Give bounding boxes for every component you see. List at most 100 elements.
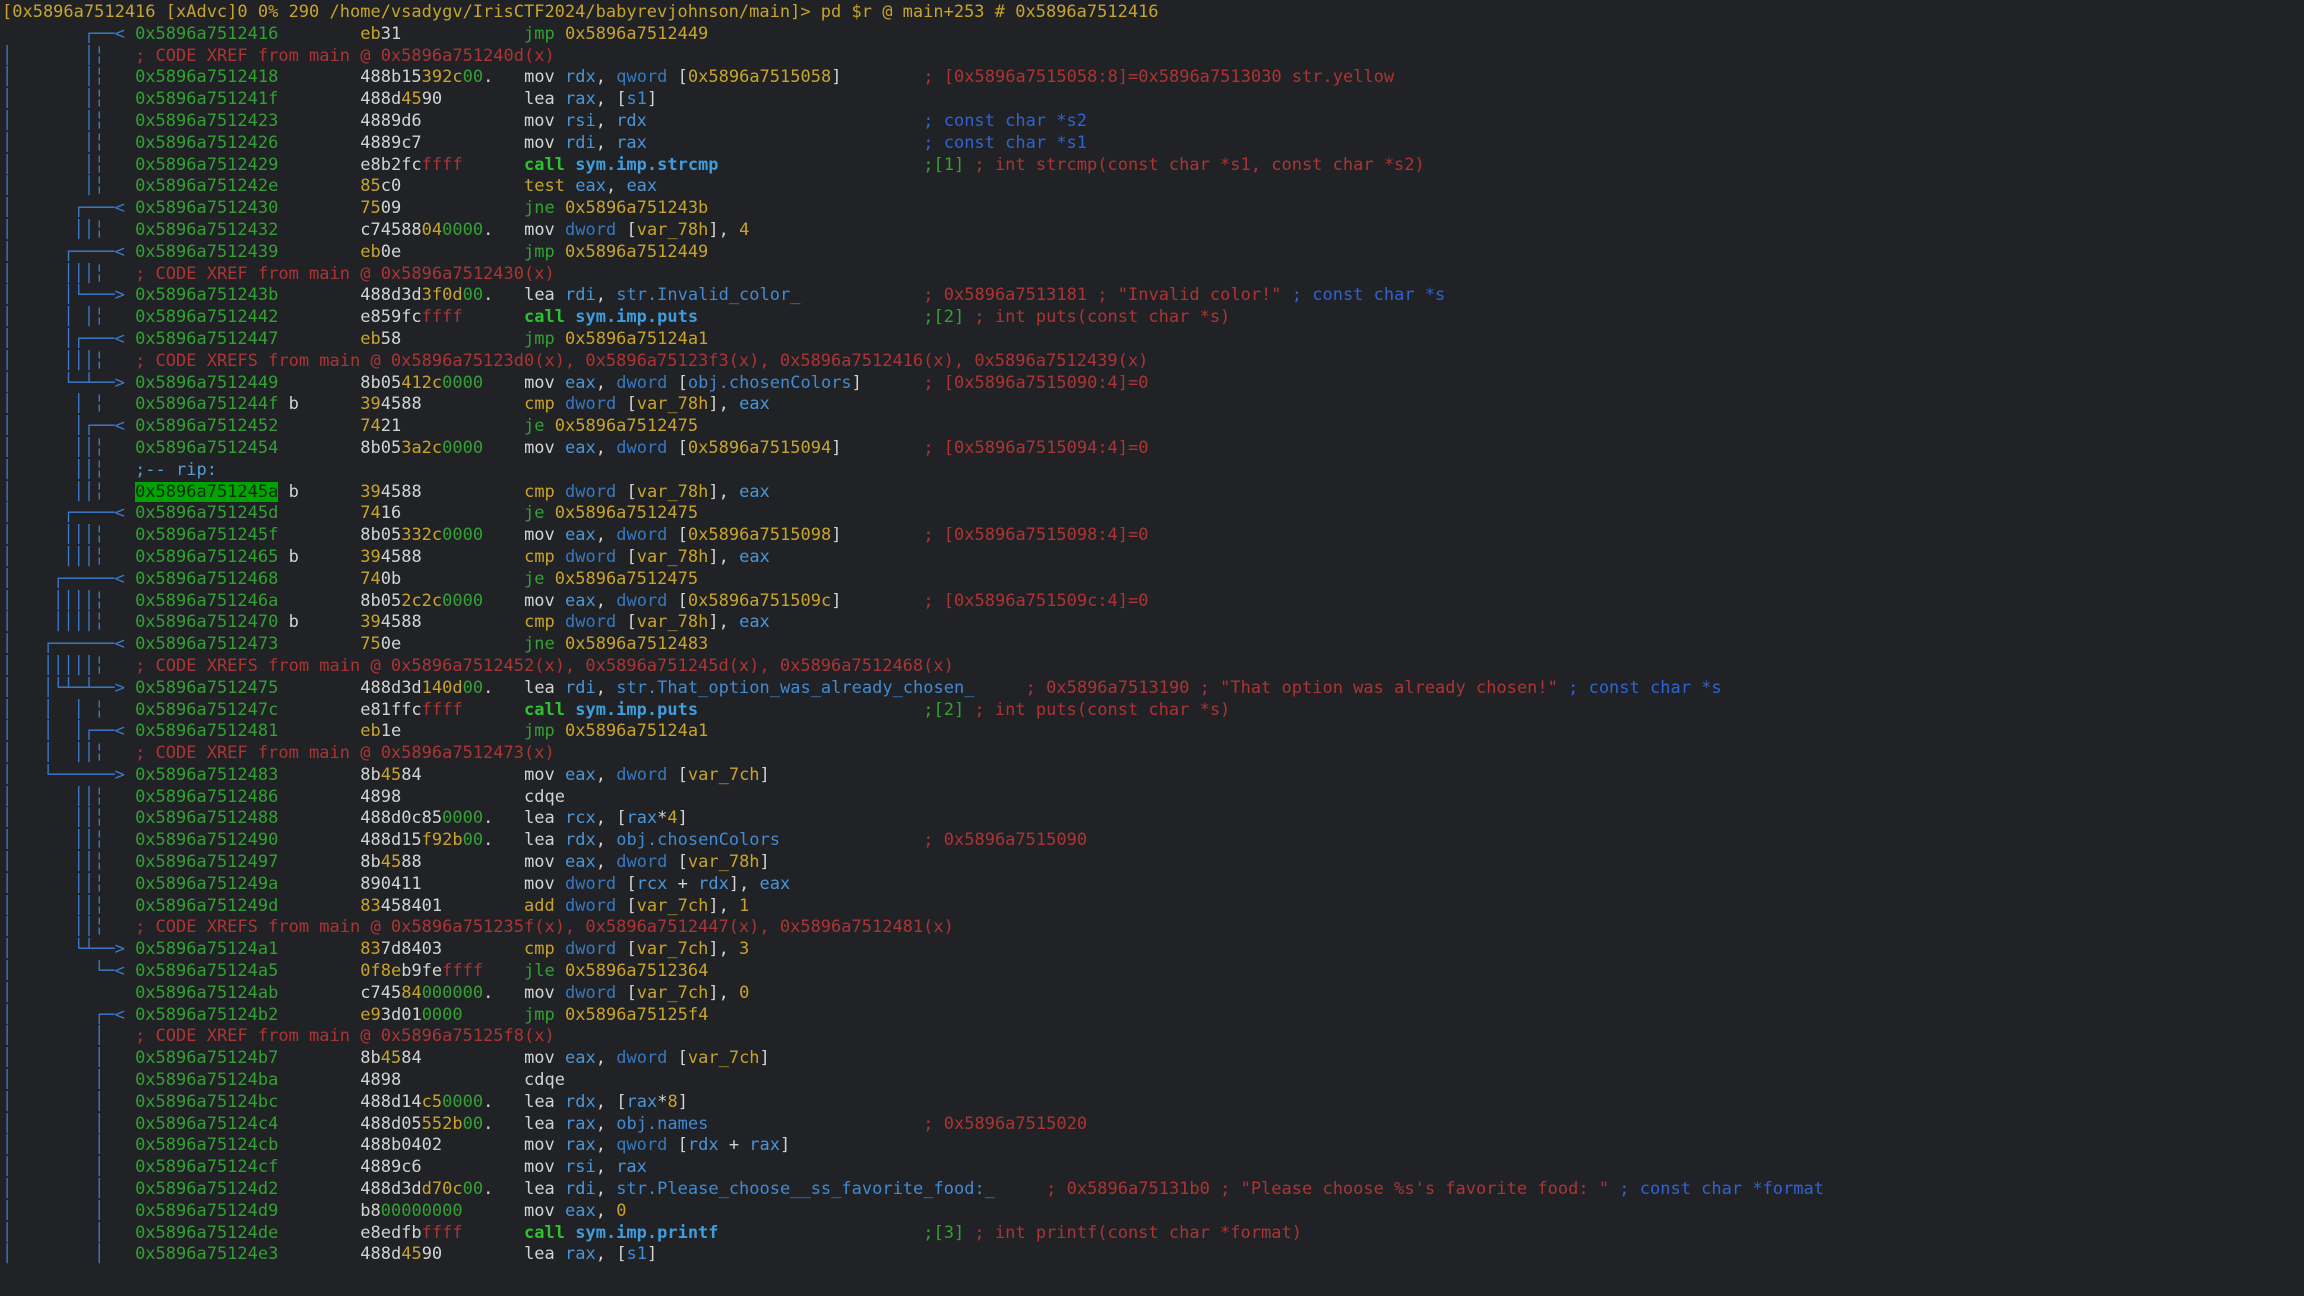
- text-segment: rcx: [636, 873, 668, 894]
- rip-highlighted-address: 0x5896a751245a: [135, 481, 279, 502]
- text-segment: 0x5896a75124b2: [135, 1004, 279, 1025]
- text-segment: 0x5896a7512473: [135, 634, 279, 655]
- text-segment: qword: [616, 1135, 668, 1156]
- text-segment: 8b: [360, 852, 381, 873]
- text-segment: , [: [595, 89, 627, 110]
- text-segment: 3d01: [380, 1004, 422, 1025]
- text-segment: ; const char *s: [1291, 285, 1446, 306]
- text-segment: 0x5896a75124bc: [135, 1091, 279, 1112]
- text-segment: [: [667, 852, 688, 873]
- text-segment: ; int printf(const char *format): [974, 1222, 1302, 1243]
- text-segment: add: [524, 895, 565, 916]
- text-segment: mov: [524, 132, 565, 153]
- text-segment: mov: [524, 1157, 565, 1178]
- text-segment: e8b2fc: [360, 154, 422, 175]
- text-segment: 0x5896a7512454: [135, 437, 279, 458]
- text-segment: .: [483, 219, 494, 240]
- text-segment: sym.imp.puts: [575, 307, 699, 328]
- text-segment: 0x5896a7512430: [135, 198, 279, 219]
- text-segment: 0x5896a7512468: [135, 568, 279, 589]
- text-segment: │ └┴──>: [2, 939, 136, 960]
- text-segment: obj.chosenColors: [687, 372, 852, 393]
- text-segment: mov: [524, 110, 565, 131]
- text-segment: 0x5896a751249a: [135, 873, 279, 894]
- text-segment: 58: [380, 328, 402, 349]
- text-segment: ],: [708, 612, 740, 633]
- text-segment: cmp: [524, 939, 565, 960]
- text-segment: eax: [565, 852, 596, 873]
- text-segment: │ ┌─────<: [2, 568, 136, 589]
- text-segment: ; [0x5896a7515058:8]=0x5896a7513030 str.…: [923, 67, 1395, 88]
- text-segment: dword: [565, 219, 617, 240]
- text-segment: │ │╎: [2, 110, 136, 131]
- text-segment: 488d05: [360, 1113, 422, 1134]
- text-segment: [: [616, 982, 637, 1003]
- text-segment: [422, 394, 524, 414]
- text-segment: 488d14: [360, 1091, 422, 1112]
- text-segment: [463, 1223, 524, 1243]
- text-segment: 0x5896a75124a1: [135, 939, 279, 960]
- text-segment: rax: [626, 1091, 658, 1112]
- text-segment: 84: [401, 764, 422, 785]
- text-segment: │ ││││╎: [2, 590, 136, 611]
- text-segment: ]: [831, 437, 842, 458]
- text-segment: 4898: [360, 786, 402, 807]
- asm-0x5896a75124de: │ │ 0x5896a75124de e8edfbffff call sym.i…: [2, 1223, 2304, 1245]
- text-segment: ; const char *s: [1568, 677, 1722, 698]
- text-segment: mov: [524, 764, 566, 785]
- text-segment: 488d: [360, 1244, 402, 1265]
- text-segment: 0f8e: [360, 961, 402, 982]
- text-segment: jmp: [524, 721, 565, 742]
- text-segment: var_7ch: [636, 895, 709, 916]
- text-segment: 488d3d: [360, 677, 422, 698]
- text-segment: c745: [360, 982, 402, 1003]
- text-segment: jmp: [524, 1004, 566, 1025]
- text-segment: ,: [595, 1135, 617, 1156]
- text-segment: s1: [626, 1244, 647, 1265]
- text-segment: [422, 482, 524, 502]
- text-segment: c74588: [360, 219, 422, 240]
- text-segment: 0x5896a751509c: [687, 590, 832, 611]
- asm-0x5896a751245d: │ ┌────< 0x5896a751245d 7416 je 0x5896a7…: [2, 503, 2304, 525]
- text-segment: var_78h: [636, 219, 709, 240]
- text-segment: [: [667, 372, 688, 393]
- text-segment: eax: [739, 394, 770, 415]
- text-segment: 45: [380, 764, 402, 785]
- text-segment: var_78h: [636, 546, 709, 567]
- text-segment: 488b15: [360, 67, 422, 88]
- text-segment: sym.imp.printf: [575, 1222, 719, 1243]
- text-segment: 39: [360, 546, 381, 567]
- text-segment: 332c: [401, 525, 443, 546]
- text-segment: ],: [728, 873, 760, 894]
- text-segment: 488d3d: [360, 1179, 422, 1200]
- text-segment: 04: [421, 219, 443, 240]
- text-segment: 4588: [380, 481, 422, 502]
- text-segment: 39: [360, 612, 381, 633]
- text-segment: [841, 525, 923, 545]
- text-segment: dword: [616, 764, 668, 785]
- text-segment: ; CODE XREF from main @ 0x5896a75125f8(x…: [135, 1026, 555, 1047]
- text-segment: 85: [360, 176, 381, 197]
- text-segment: 1: [739, 895, 750, 916]
- text-segment: rdx: [565, 830, 596, 851]
- text-segment: 552b: [421, 1113, 463, 1134]
- text-segment: 0: [616, 1200, 627, 1221]
- text-segment: 0x5896a7512432: [135, 219, 279, 240]
- text-segment: [401, 416, 524, 436]
- text-segment: 00: [462, 677, 484, 698]
- text-segment: │ │┌──<: [2, 416, 136, 437]
- text-segment: ; 0x5896a75131b0 ; "Please choose %s's f…: [1046, 1179, 1620, 1200]
- text-segment: [278, 721, 360, 741]
- text-segment: e81ffc: [360, 699, 422, 720]
- text-segment: │ │╎: [2, 45, 136, 66]
- text-segment: 90: [421, 1244, 443, 1265]
- text-segment: ],: [708, 895, 740, 916]
- text-segment: je: [524, 503, 555, 524]
- text-segment: e9: [360, 1004, 381, 1025]
- text-segment: 84: [401, 1048, 422, 1069]
- text-segment: [422, 111, 524, 131]
- text-segment: 4889d6: [360, 110, 422, 131]
- terminal[interactable]: [0x5896a7512416 [xAdvc]0 0% 290 /home/vs…: [0, 0, 2304, 1296]
- text-segment: 00: [462, 830, 484, 851]
- text-segment: │ │└───>: [2, 285, 136, 306]
